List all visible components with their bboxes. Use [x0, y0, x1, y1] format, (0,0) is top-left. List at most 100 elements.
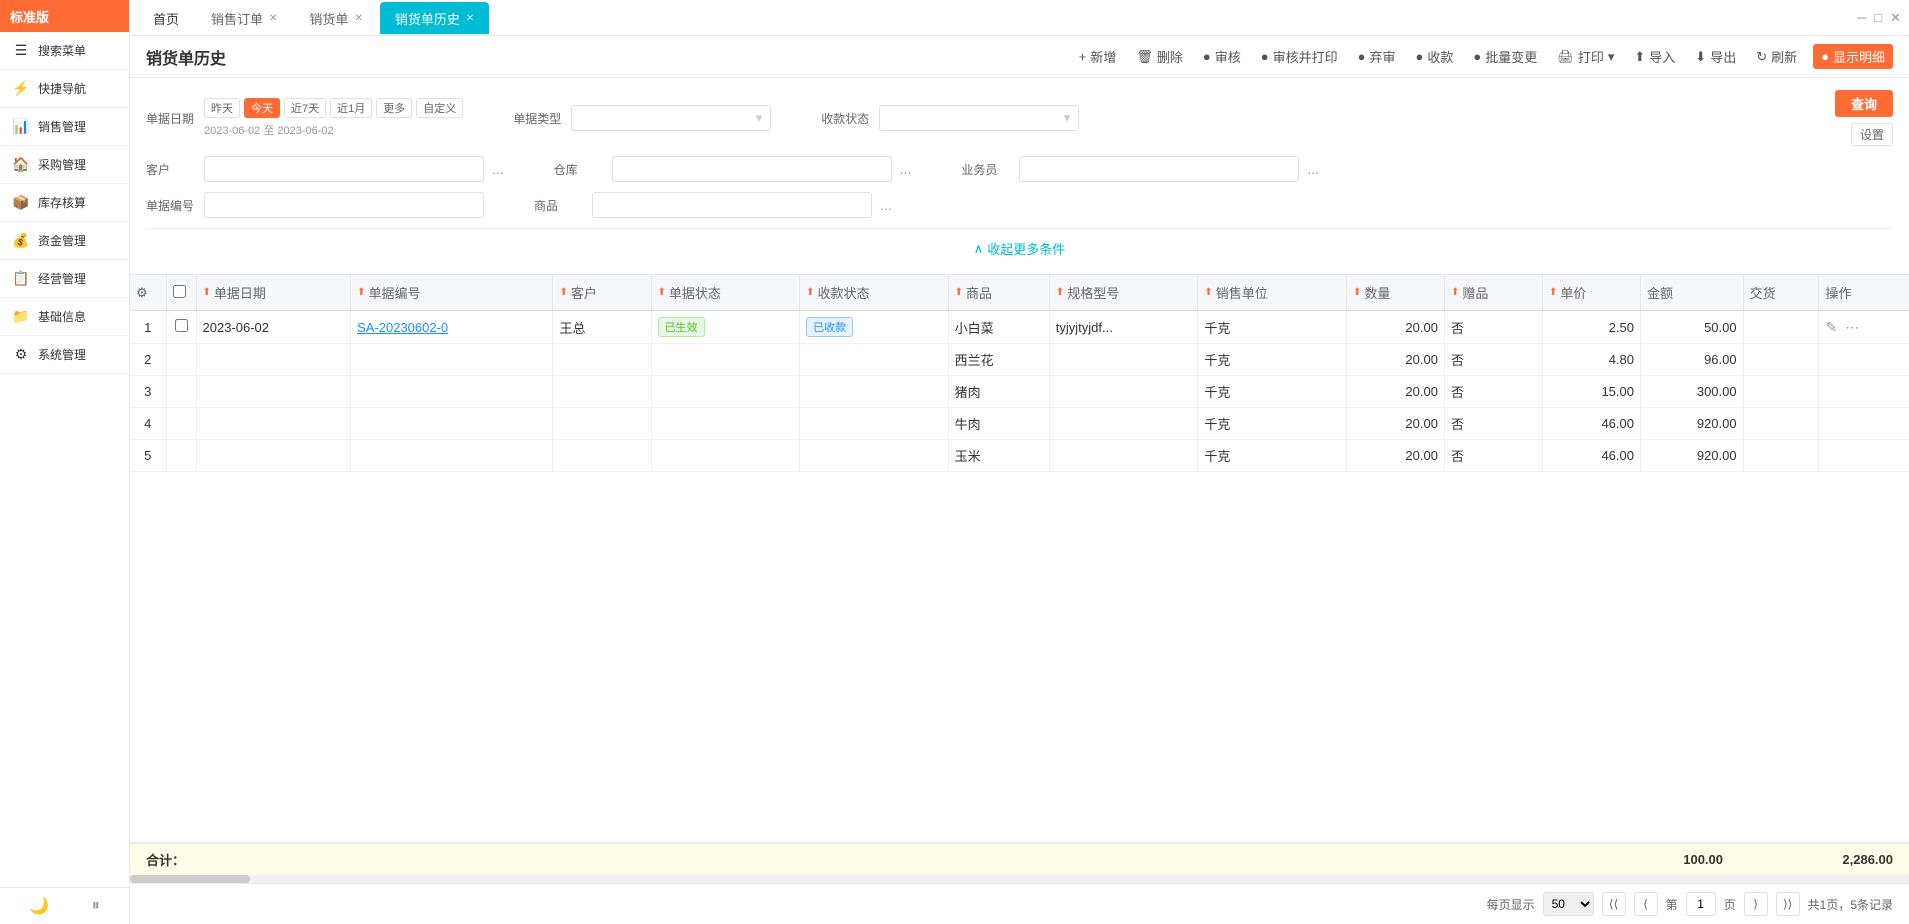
query-button[interactable]: 查询 [1835, 90, 1893, 117]
sidebar-item-purchase-mgmt[interactable]: 🏠 采购管理 [0, 146, 129, 184]
abandon-button[interactable]: ● 弃审 [1354, 45, 1400, 68]
page-label-pre: 第 [1666, 896, 1678, 913]
collect-button[interactable]: ● 收款 [1412, 45, 1458, 68]
delete-button[interactable]: 🗑 删除 [1132, 45, 1187, 68]
th-action: 操作 [1819, 275, 1909, 311]
edit-icon[interactable]: ✎ [1825, 319, 1837, 336]
tab-sales-goods[interactable]: 销货单 ✕ [294, 2, 377, 34]
td-date [196, 408, 351, 440]
sidebar-item-search-menu[interactable]: ☰ 搜索菜单 [0, 32, 129, 70]
settings-button[interactable]: 设置 [1851, 123, 1893, 146]
th-doc-status[interactable]: ⬆ 单据状态 [651, 275, 800, 311]
more-btn[interactable]: 更多 [376, 98, 412, 118]
th-collect-status[interactable]: ⬆ 收款状态 [800, 275, 949, 311]
td-goods: 玉米 [948, 440, 1049, 472]
first-page-btn[interactable]: ⟨⟨ [1602, 892, 1626, 916]
maximize-btn[interactable]: □ [1874, 10, 1882, 26]
goods-input[interactable] [592, 192, 872, 218]
td-doc-status [651, 376, 800, 408]
th-spec[interactable]: ⬆ 规格型号 [1049, 275, 1198, 311]
tab-home[interactable]: 首页 [138, 2, 194, 34]
customer-input[interactable] [204, 156, 484, 182]
tab-sales-order[interactable]: 销售订单 ✕ [196, 2, 292, 34]
sidebar-item-sales-mgmt[interactable]: 📊 销售管理 [0, 108, 129, 146]
pause-icon[interactable]: ⏸ [92, 897, 100, 915]
close-btn[interactable]: ✕ [1890, 10, 1901, 26]
filter-row-1: 单据日期 昨天 今天 近7天 近1月 更多 自定义 2023-06-02 至 2… [146, 90, 1893, 146]
audit-print-button[interactable]: ● 审核并打印 [1257, 45, 1342, 68]
sidebar-item-system-mgmt[interactable]: ⚙ 系统管理 [0, 336, 129, 374]
salesperson-dots[interactable]: ... [1307, 161, 1319, 177]
row-checkbox[interactable] [175, 319, 188, 332]
export-button[interactable]: ⬇ 导出 [1691, 45, 1740, 68]
1month-btn[interactable]: 近1月 [330, 98, 372, 118]
td-doc-no [351, 440, 553, 472]
sort-icon-unit: ⬆ [1204, 287, 1212, 298]
doc-no-link[interactable]: SA-20230602-0 [357, 320, 448, 335]
custom-btn[interactable]: 自定义 [416, 98, 463, 118]
filter-row-2: 客户 ... 仓库 ... 业务员 ... [146, 156, 1893, 182]
collect-status-select[interactable]: ▾ [879, 105, 1079, 131]
total-info: 共1页，5条记录 [1808, 896, 1893, 913]
th-gift[interactable]: ⬆ 赠品 [1444, 275, 1542, 311]
goods-dots[interactable]: ... [880, 197, 892, 213]
th-doc-no[interactable]: ⬆ 单据编号 [351, 275, 553, 311]
customer-dots[interactable]: ... [492, 161, 504, 177]
tab-close-sales-order[interactable]: ✕ [269, 13, 277, 24]
audit-button[interactable]: ● 审核 [1199, 45, 1245, 68]
tab-close-sales-goods[interactable]: ✕ [354, 13, 362, 24]
select-all-checkbox[interactable] [173, 285, 186, 298]
doc-type-select[interactable]: ▾ [571, 105, 771, 131]
yesterday-btn[interactable]: 昨天 [204, 98, 240, 118]
print-button[interactable]: 🖨 打印 ▾ [1553, 45, 1618, 68]
warehouse-input[interactable] [612, 156, 892, 182]
scroll-bar[interactable] [130, 875, 1909, 883]
show-detail-icon: ● [1821, 49, 1829, 64]
ops-icon: 📋 [12, 270, 30, 287]
last-page-btn[interactable]: ⟩⟩ [1776, 892, 1800, 916]
tab-sales-history[interactable]: 销货单历史 ✕ [380, 2, 489, 34]
next-page-btn[interactable]: ⟩ [1744, 892, 1768, 916]
sidebar-item-capital-mgmt[interactable]: 💰 资金管理 [0, 222, 129, 260]
refresh-button[interactable]: ↻ 刷新 [1752, 45, 1801, 68]
td-goods: 牛肉 [948, 408, 1049, 440]
search-menu-icon: ☰ [12, 42, 30, 59]
sidebar-item-ops-mgmt[interactable]: 📋 经营管理 [0, 260, 129, 298]
sort-icon-date: ⬆ [203, 287, 211, 298]
toolbar: 销货单历史 + 新增 🗑 删除 ● 审核 ● 审核并打印 [130, 36, 1909, 78]
data-table: ⚙ ⬆ 单据日期 ⬆ [130, 275, 1909, 472]
salesperson-input[interactable] [1019, 156, 1299, 182]
prev-page-btn[interactable]: ⟨ [1634, 892, 1658, 916]
doc-no-input[interactable] [204, 192, 484, 218]
warehouse-dots[interactable]: ... [900, 161, 912, 177]
collapse-btn[interactable]: ∧ 收起更多条件 [146, 235, 1893, 262]
th-qty[interactable]: ⬆ 数量 [1346, 275, 1444, 311]
more-action-icon[interactable]: ⋯ [1845, 319, 1859, 336]
7days-btn[interactable]: 近7天 [284, 98, 326, 118]
page-input[interactable] [1686, 892, 1716, 916]
scroll-thumb[interactable] [130, 875, 250, 883]
td-price: 2.50 [1542, 311, 1640, 344]
tab-close-sales-history[interactable]: ✕ [466, 13, 474, 24]
theme-icon[interactable]: 🌙 [29, 896, 49, 916]
import-button[interactable]: ⬆ 导入 [1630, 45, 1679, 68]
batch-change-button[interactable]: ● 批量变更 [1469, 45, 1541, 68]
sidebar-item-inventory[interactable]: 📦 库存核算 [0, 184, 129, 222]
filter-doc-no: 单据编号 [146, 192, 484, 218]
new-button[interactable]: + 新增 [1075, 45, 1121, 68]
sidebar-item-basic-info[interactable]: 📁 基础信息 [0, 298, 129, 336]
minimize-btn[interactable]: ─ [1857, 10, 1866, 26]
th-unit[interactable]: ⬆ 销售单位 [1198, 275, 1347, 311]
filter-salesperson: 业务员 ... [961, 156, 1319, 182]
th-price[interactable]: ⬆ 单价 [1542, 275, 1640, 311]
th-goods[interactable]: ⬆ 商品 [948, 275, 1049, 311]
td-num: 1 [130, 311, 166, 344]
today-btn[interactable]: 今天 [244, 98, 280, 118]
sidebar-item-quick-nav[interactable]: ⚡ 快捷导航 [0, 70, 129, 108]
show-detail-button[interactable]: ● 显示明细 [1813, 44, 1893, 69]
th-customer[interactable]: ⬆ 客户 [553, 275, 651, 311]
th-gear[interactable]: ⚙ [130, 275, 166, 311]
per-page-select[interactable]: 50 100 200 [1543, 892, 1594, 916]
th-date[interactable]: ⬆ 单据日期 [196, 275, 351, 311]
td-doc-no [351, 376, 553, 408]
